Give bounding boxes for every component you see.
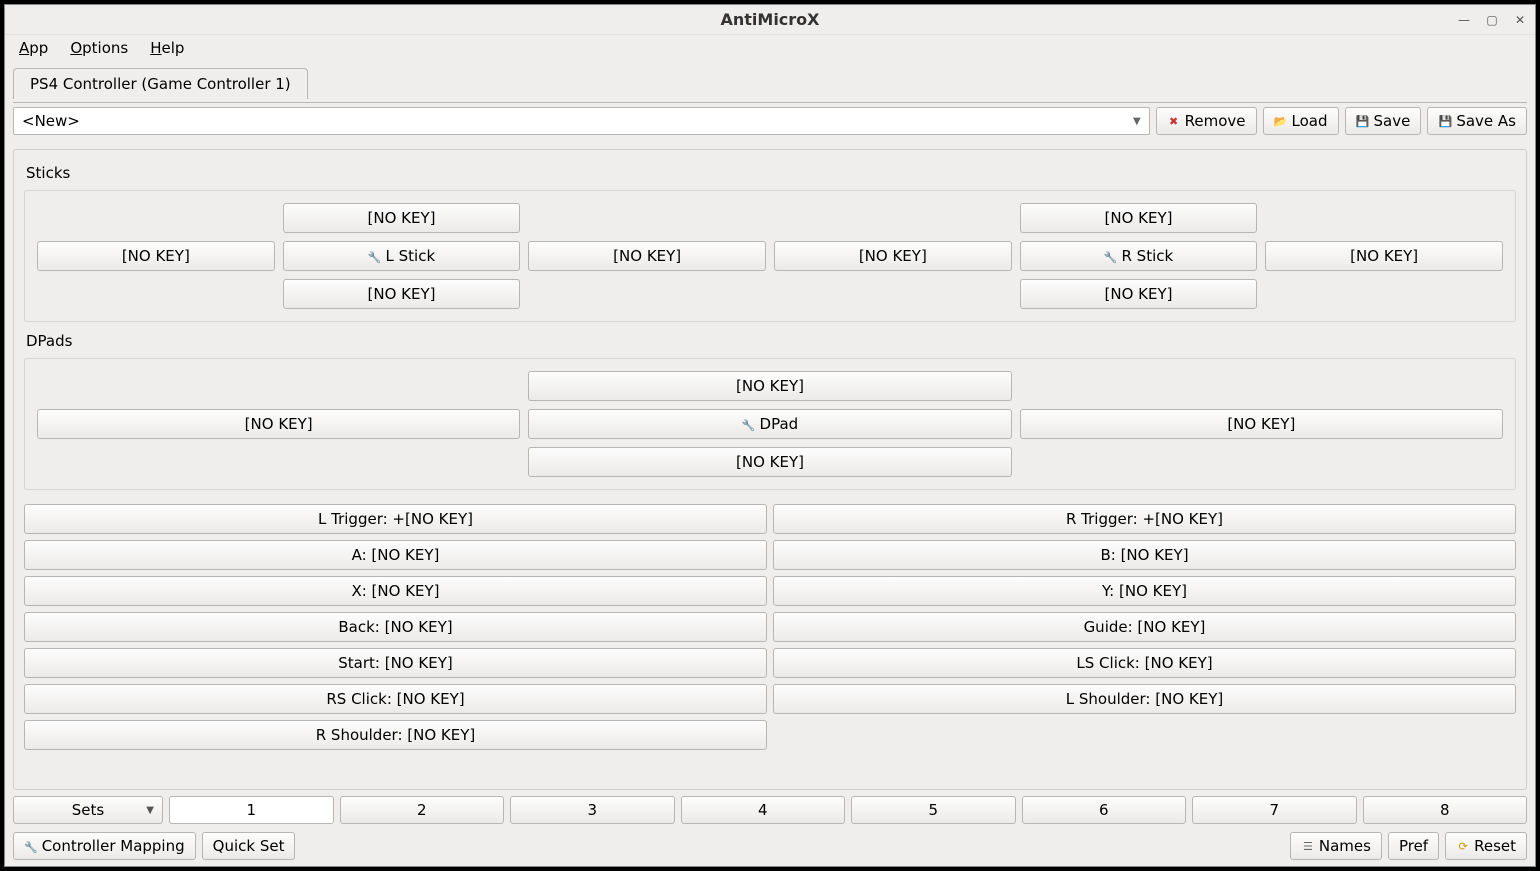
sets-label: Sets: [72, 801, 104, 819]
titlebar: AntiMicroX — ▢ ✕: [5, 5, 1535, 35]
dpad-center[interactable]: DPad: [528, 409, 1011, 439]
tab-controller-label: PS4 Controller (Game Controller 1): [30, 75, 291, 93]
remove-icon: ✖: [1167, 114, 1181, 128]
buttons-grid: L Trigger: +[NO KEY] R Trigger: +[NO KEY…: [24, 504, 1516, 750]
rshoulder-button[interactable]: R Shoulder: [NO KEY]: [24, 720, 767, 750]
save-as-icon: 💾: [1438, 114, 1452, 128]
rsclick-button[interactable]: RS Click: [NO KEY]: [24, 684, 767, 714]
profile-select[interactable]: <New> ▼: [13, 107, 1150, 135]
save-label: Save: [1374, 112, 1411, 130]
bottom-toolbar: Controller Mapping Quick Set ☰ Names Pre…: [13, 830, 1527, 864]
a-button[interactable]: A: [NO KEY]: [24, 540, 767, 570]
names-label: Names: [1319, 837, 1371, 855]
set-3[interactable]: 3: [510, 796, 675, 824]
minimize-button[interactable]: —: [1455, 11, 1473, 29]
menu-app[interactable]: App: [13, 37, 54, 59]
chevron-down-icon: ▼: [1133, 116, 1141, 127]
list-icon: ☰: [1301, 839, 1315, 853]
dpad-up[interactable]: [NO KEY]: [528, 371, 1011, 401]
remove-button[interactable]: ✖ Remove: [1156, 107, 1257, 135]
rtrigger-button[interactable]: R Trigger: +[NO KEY]: [773, 504, 1516, 534]
lstick-up[interactable]: [NO KEY]: [283, 203, 521, 233]
sets-select[interactable]: Sets ▼: [13, 796, 163, 824]
main-panel: Sticks [NO KEY] [NO KEY] [NO KEY]: [13, 149, 1527, 790]
b-button[interactable]: B: [NO KEY]: [773, 540, 1516, 570]
lstick-down[interactable]: [NO KEY]: [283, 279, 521, 309]
set-6[interactable]: 6: [1022, 796, 1187, 824]
set-4[interactable]: 4: [681, 796, 846, 824]
set-1[interactable]: 1: [169, 796, 334, 824]
save-button[interactable]: 💾 Save: [1345, 107, 1422, 135]
start-button[interactable]: Start: [NO KEY]: [24, 648, 767, 678]
rstick-right[interactable]: [NO KEY]: [1265, 241, 1503, 271]
dpad-left[interactable]: [NO KEY]: [37, 409, 520, 439]
dpads-group: [NO KEY] [NO KEY] DPad [NO KEY] [NO KEY]: [24, 358, 1516, 490]
window-title: AntiMicroX: [5, 10, 1535, 29]
load-button[interactable]: 📂 Load: [1263, 107, 1339, 135]
y-button[interactable]: Y: [NO KEY]: [773, 576, 1516, 606]
set-7[interactable]: 7: [1192, 796, 1357, 824]
menu-help[interactable]: Help: [144, 37, 190, 59]
guide-button[interactable]: Guide: [NO KEY]: [773, 612, 1516, 642]
menu-options[interactable]: Options: [64, 37, 134, 59]
controller-mapping-label: Controller Mapping: [42, 837, 185, 855]
sets-row: Sets ▼ 1 2 3 4 5 6 7 8: [13, 794, 1527, 826]
controller-mapping-button[interactable]: Controller Mapping: [13, 832, 196, 860]
wrench-icon: [742, 415, 756, 433]
sticks-label: Sticks: [24, 160, 1516, 184]
folder-icon: 📂: [1274, 114, 1288, 128]
profile-selected-value: <New>: [22, 112, 80, 130]
close-button[interactable]: ✕: [1511, 11, 1529, 29]
rstick-left[interactable]: [NO KEY]: [774, 241, 1012, 271]
x-button[interactable]: X: [NO KEY]: [24, 576, 767, 606]
quick-set-label: Quick Set: [213, 837, 285, 855]
back-button[interactable]: Back: [NO KEY]: [24, 612, 767, 642]
save-as-label: Save As: [1456, 112, 1516, 130]
ltrigger-button[interactable]: L Trigger: +[NO KEY]: [24, 504, 767, 534]
wrench-icon: [24, 837, 38, 855]
set-2[interactable]: 2: [340, 796, 505, 824]
save-as-button[interactable]: 💾 Save As: [1427, 107, 1527, 135]
lstick-left[interactable]: [NO KEY]: [37, 241, 275, 271]
reset-icon: ⟳: [1456, 839, 1470, 853]
chevron-down-icon: ▼: [146, 805, 154, 816]
maximize-button[interactable]: ▢: [1483, 11, 1501, 29]
pref-button[interactable]: Pref: [1388, 832, 1439, 860]
remove-label: Remove: [1185, 112, 1246, 130]
sticks-group: [NO KEY] [NO KEY] [NO KEY] L Stick [NO K…: [24, 190, 1516, 322]
wrench-icon: [368, 247, 382, 265]
load-label: Load: [1292, 112, 1328, 130]
reset-button[interactable]: ⟳ Reset: [1445, 832, 1527, 860]
lsclick-button[interactable]: LS Click: [NO KEY]: [773, 648, 1516, 678]
quick-set-button[interactable]: Quick Set: [202, 832, 296, 860]
wrench-icon: [1104, 247, 1118, 265]
tab-controller-1[interactable]: PS4 Controller (Game Controller 1): [13, 68, 308, 99]
pref-label: Pref: [1399, 837, 1428, 855]
dpad-right[interactable]: [NO KEY]: [1020, 409, 1503, 439]
dpads-label: DPads: [24, 328, 1516, 352]
reset-label: Reset: [1474, 837, 1516, 855]
rstick-center[interactable]: R Stick: [1020, 241, 1258, 271]
lstick-right[interactable]: [NO KEY]: [528, 241, 766, 271]
rstick-up[interactable]: [NO KEY]: [1020, 203, 1258, 233]
lstick-center[interactable]: L Stick: [283, 241, 521, 271]
rstick-down[interactable]: [NO KEY]: [1020, 279, 1258, 309]
names-button[interactable]: ☰ Names: [1290, 832, 1382, 860]
save-icon: 💾: [1356, 114, 1370, 128]
lshoulder-button[interactable]: L Shoulder: [NO KEY]: [773, 684, 1516, 714]
dpad-down[interactable]: [NO KEY]: [528, 447, 1011, 477]
menubar: App Options Help: [5, 35, 1535, 61]
set-5[interactable]: 5: [851, 796, 1016, 824]
set-8[interactable]: 8: [1363, 796, 1528, 824]
